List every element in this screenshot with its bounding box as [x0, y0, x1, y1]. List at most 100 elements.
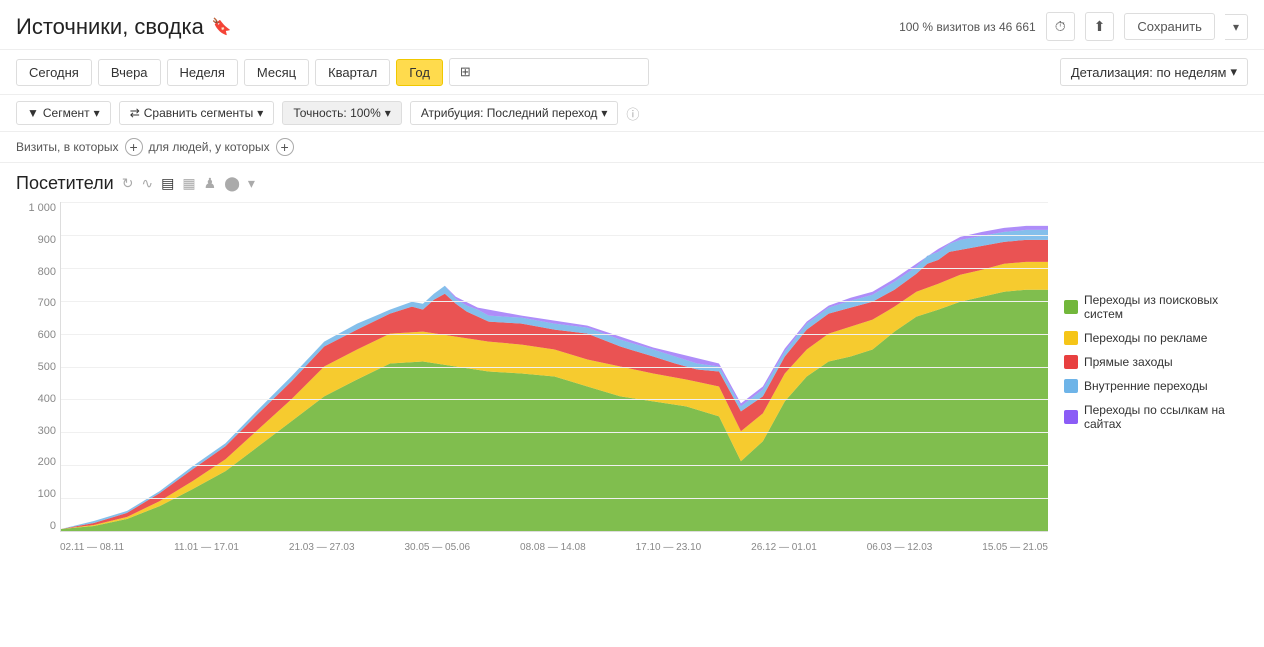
segment-row: Визиты, в которых + для людей, у которых…: [0, 132, 1264, 163]
legend-label-ads: Переходы по рекламе: [1084, 331, 1207, 345]
title-text: Источники, сводка: [16, 14, 204, 40]
share-icon-btn[interactable]: ⬆: [1085, 12, 1115, 41]
toolbar-row: Сегодня Вчера Неделя Месяц Квартал Год ⊞…: [0, 50, 1264, 95]
add-visit-condition-button[interactable]: +: [125, 138, 143, 156]
y-label-500: 500: [16, 361, 56, 373]
y-label-700: 700: [16, 297, 56, 309]
header-right: 100 % визитов из 46 661 ⏱ ⬆ Сохранить ▾: [899, 12, 1248, 41]
y-label-600: 600: [16, 329, 56, 341]
segment-middle: для людей, у которых: [149, 140, 270, 154]
compare-icon: ⇄: [130, 106, 140, 120]
dot-icon[interactable]: ⬤: [224, 175, 240, 192]
y-label-800: 800: [16, 266, 56, 278]
tab-quarter[interactable]: Квартал: [315, 59, 390, 86]
legend-color-search: [1064, 300, 1078, 314]
legend-item-direct: Прямые заходы: [1064, 355, 1248, 369]
area-chart-icon[interactable]: ▤: [161, 175, 174, 192]
legend-color-ads: [1064, 331, 1078, 345]
grid-line-1000: [61, 202, 1048, 203]
x-label-6: 17.10 — 23.10: [636, 542, 702, 553]
compare-segments-button[interactable]: ⇄ Сравнить сегменты ▾: [119, 101, 275, 125]
chart-title-row: Посетители ↻ ∿ ▤ ▦ ♟ ⬤ ▾: [16, 173, 1048, 194]
save-dropdown-button[interactable]: ▾: [1225, 14, 1248, 40]
x-label-9: 15.05 — 21.05: [982, 542, 1048, 553]
chart-area: Посетители ↻ ∿ ▤ ▦ ♟ ⬤ ▾ 1 000 900 800 7…: [16, 173, 1048, 562]
visits-info: 100 % визитов из 46 661: [899, 20, 1036, 34]
accuracy-chevron-icon: ▾: [385, 106, 391, 120]
tab-month[interactable]: Месяц: [244, 59, 309, 86]
y-label-300: 300: [16, 425, 56, 437]
x-label-7: 26.12 — 01.01: [751, 542, 817, 553]
tab-week[interactable]: Неделя: [167, 59, 238, 86]
grid-line-400: [61, 399, 1048, 400]
legend-item-internal: Внутренние переходы: [1064, 379, 1248, 393]
x-label-5: 08.08 — 14.08: [520, 542, 586, 553]
chart-options-chevron[interactable]: ▾: [248, 175, 255, 192]
bookmark-icon[interactable]: 🔖: [212, 17, 232, 37]
chart-section: Посетители ↻ ∿ ▤ ▦ ♟ ⬤ ▾ 1 000 900 800 7…: [0, 163, 1264, 562]
page-title: Источники, сводка 🔖: [16, 14, 232, 40]
search-input[interactable]: [477, 65, 637, 80]
tab-yesterday[interactable]: Вчера: [98, 59, 161, 86]
y-label-400: 400: [16, 393, 56, 405]
y-label-1000: 1 000: [16, 202, 56, 214]
x-label-8: 06.03 — 12.03: [867, 542, 933, 553]
chart-canvas: [60, 202, 1048, 532]
info-icon[interactable]: ⓘ: [626, 104, 639, 123]
legend-label-direct: Прямые заходы: [1084, 355, 1173, 369]
accuracy-label: Точность: 100%: [293, 106, 380, 120]
legend-item-search: Переходы из поисковых систем: [1064, 293, 1248, 321]
segment-label: Сегмент: [43, 106, 90, 120]
x-label-1: 02.11 — 08.11: [60, 542, 124, 553]
compare-chevron-icon: ▾: [257, 106, 263, 120]
legend-area: Переходы из поисковых систем Переходы по…: [1048, 173, 1248, 562]
clock-icon-btn[interactable]: ⏱: [1046, 12, 1075, 41]
legend-item-links: Переходы по ссылкам на сайтах: [1064, 403, 1248, 431]
x-label-4: 30.05 — 05.06: [404, 542, 470, 553]
filter-row: ▼ Сегмент ▾ ⇄ Сравнить сегменты ▾ Точнос…: [0, 95, 1264, 132]
segment-prefix: Визиты, в которых: [16, 140, 119, 154]
compare-label: Сравнить сегменты: [144, 106, 254, 120]
x-label-2: 11.01 — 17.01: [174, 542, 239, 553]
segment-chevron-icon: ▾: [94, 106, 100, 120]
y-axis: 1 000 900 800 700 600 500 400 300 200 10…: [16, 202, 56, 532]
y-label-0: 0: [16, 520, 56, 532]
x-label-3: 21.03 — 27.03: [289, 542, 355, 553]
detail-dropdown[interactable]: Детализация: по неделям ▾: [1060, 58, 1248, 86]
legend-label-links: Переходы по ссылкам на сайтах: [1084, 403, 1248, 431]
save-label: Сохранить: [1137, 19, 1202, 34]
grid-line-900: [61, 235, 1048, 236]
save-button[interactable]: Сохранить: [1124, 13, 1215, 40]
filter-icon: ▼: [27, 106, 39, 120]
attribution-chevron-icon: ▾: [601, 106, 607, 120]
grid-line-500: [61, 367, 1048, 368]
grid-line-800: [61, 268, 1048, 269]
legend-label-search: Переходы из поисковых систем: [1084, 293, 1248, 321]
chart-container: 1 000 900 800 700 600 500 400 300 200 10…: [16, 202, 1048, 562]
detail-label: Детализация: по неделям: [1071, 65, 1227, 80]
line-chart-icon[interactable]: ∿: [141, 175, 153, 192]
grid-line-200: [61, 465, 1048, 466]
legend-label-internal: Внутренние переходы: [1084, 379, 1208, 393]
chart-title: Посетители: [16, 173, 114, 194]
segment-button[interactable]: ▼ Сегмент ▾: [16, 101, 111, 125]
tab-today[interactable]: Сегодня: [16, 59, 92, 86]
person-icon[interactable]: ♟: [204, 175, 217, 192]
legend-color-internal: [1064, 379, 1078, 393]
add-people-condition-button[interactable]: +: [276, 138, 294, 156]
tab-year[interactable]: Год: [396, 59, 443, 86]
grid-line-300: [61, 432, 1048, 433]
refresh-icon[interactable]: ↻: [122, 175, 134, 192]
legend-item-ads: Переходы по рекламе: [1064, 331, 1248, 345]
attribution-button[interactable]: Атрибуция: Последний переход ▾: [410, 101, 619, 125]
accuracy-button[interactable]: Точность: 100% ▾: [282, 101, 402, 125]
legend-color-links: [1064, 410, 1078, 424]
grid-line-700: [61, 301, 1048, 302]
grid-line-600: [61, 334, 1048, 335]
grid-line-100: [61, 498, 1048, 499]
x-axis: 02.11 — 08.11 11.01 — 17.01 21.03 — 27.0…: [60, 532, 1048, 562]
detail-chevron-icon: ▾: [1230, 64, 1237, 80]
bar-chart-icon[interactable]: ▦: [182, 175, 195, 192]
y-label-900: 900: [16, 234, 56, 246]
y-label-100: 100: [16, 488, 56, 500]
